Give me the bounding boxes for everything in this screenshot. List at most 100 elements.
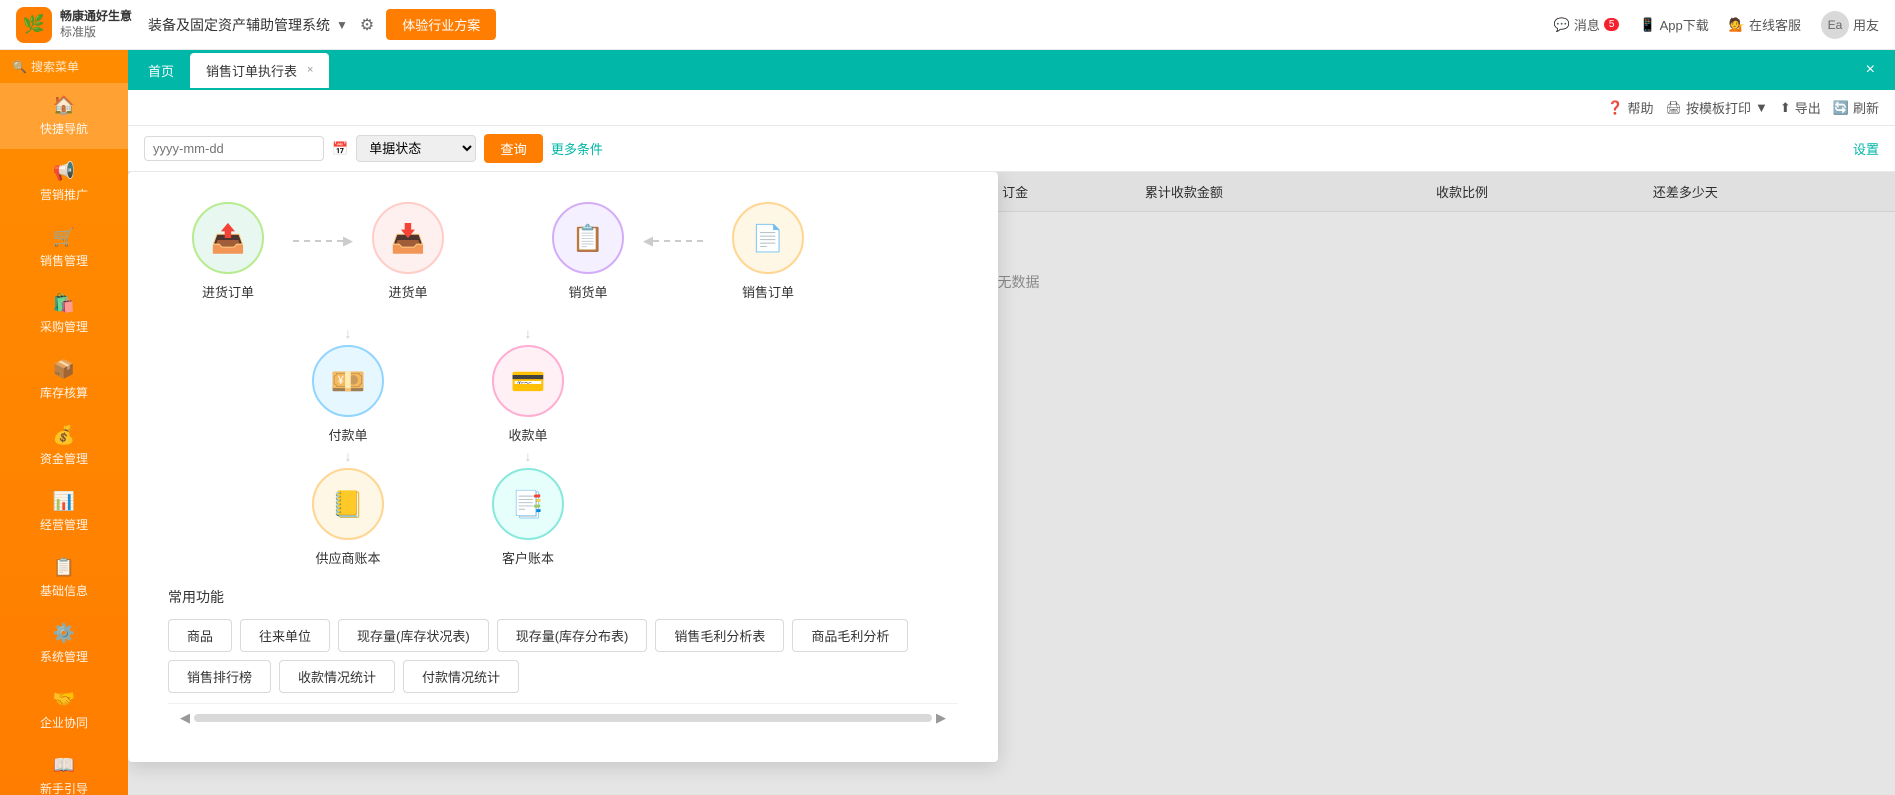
- template-print-btn[interactable]: 🖨 按模板打印 ▼: [1665, 98, 1767, 117]
- purchase-icon: 🛍️: [53, 293, 75, 314]
- sales-bill-node[interactable]: 📋 销货单: [528, 202, 648, 301]
- sidebar-item-base-info[interactable]: 📋 基础信息: [0, 545, 128, 611]
- tab-close-btn[interactable]: ×: [307, 64, 313, 76]
- btn-inventory-status[interactable]: 现存量(库存状况表): [338, 619, 489, 652]
- table-container: 品 商品 金额 预估毛利 预估毛利率 订金 累计收款金额 收款比例 还差多少天: [128, 172, 1895, 795]
- btn-product-gross-analysis[interactable]: 商品毛利分析: [792, 619, 908, 652]
- sys-mgmt-icon: ⚙️: [53, 623, 75, 644]
- sidebar-item-label: 快捷导航: [40, 120, 88, 137]
- sidebar-item-label: 经营管理: [40, 516, 88, 533]
- query-btn[interactable]: 查询: [484, 134, 543, 163]
- btn-product[interactable]: 商品: [168, 619, 232, 652]
- sidebar-item-marketing[interactable]: 📢 营销推广: [0, 149, 128, 215]
- btn-sales-gross-analysis[interactable]: 销售毛利分析表: [655, 619, 784, 652]
- payment-node[interactable]: 💴 付款单: [288, 345, 408, 444]
- sidebar-item-inventory[interactable]: 📦 库存核算: [0, 347, 128, 413]
- enterprise-icon: 🤝: [53, 689, 75, 710]
- message-icon: 💬: [1554, 17, 1570, 33]
- supplier-ledger-icon: 📒: [312, 468, 384, 540]
- sidebar-item-newcomer[interactable]: 📖 新手引导: [0, 743, 128, 795]
- sidebar-item-label: 企业协同: [40, 714, 88, 731]
- settings-btn[interactable]: ⚙: [360, 15, 374, 35]
- common-functions-title: 常用功能: [168, 587, 958, 607]
- close-all-btn[interactable]: ×: [1850, 53, 1891, 87]
- sales-order-icon: 📄: [732, 202, 804, 274]
- service-label: 在线客服: [1749, 15, 1801, 34]
- sidebar-item-finance[interactable]: 💰 资金管理: [0, 413, 128, 479]
- sidebar-item-label: 新手引导: [40, 780, 88, 795]
- common-buttons-row1: 商品 往来单位 现存量(库存状况表) 现存量(库存分布表) 销售毛利分析表 商品…: [168, 619, 958, 652]
- message-btn[interactable]: 💬 消息 5: [1554, 15, 1620, 34]
- help-icon: ❓: [1607, 100, 1623, 116]
- sidebar-item-enterprise[interactable]: 🤝 企业协同: [0, 677, 128, 743]
- date-input[interactable]: [144, 136, 324, 161]
- purchase-bill-node[interactable]: 📥 进货单: [348, 202, 468, 301]
- message-badge: 5: [1604, 18, 1620, 31]
- tab-bar: 首页 销售订单执行表 × ×: [128, 50, 1895, 90]
- arrow-2: ◀: [648, 240, 708, 264]
- sales-order-node[interactable]: 📄 销售订单: [708, 202, 828, 301]
- inventory-icon: 📦: [53, 359, 75, 380]
- tab-sales-order[interactable]: 销售订单执行表 ×: [190, 53, 329, 88]
- brand-sub: 标准版: [60, 25, 132, 41]
- trial-btn[interactable]: 体验行业方案: [386, 9, 496, 40]
- page-header: ❓ 帮助 🖨 按模板打印 ▼ ⬆ 导出 🔄 刷新: [128, 90, 1895, 126]
- btn-counterparty[interactable]: 往来单位: [240, 619, 330, 652]
- app-icon: 📱: [1639, 17, 1655, 33]
- customer-ledger-icon: 📑: [492, 468, 564, 540]
- arrow-down-3: ↓: [525, 321, 532, 345]
- app-download-btn[interactable]: 📱 App下载: [1639, 15, 1708, 34]
- settings-link[interactable]: 设置: [1853, 139, 1879, 158]
- sidebar-item-sales-mgmt[interactable]: 🛒 销售管理: [0, 215, 128, 281]
- marketing-icon: 📢: [53, 161, 75, 182]
- content-area: 首页 销售订单执行表 × × ❓ 帮助 🖨 按模板打印: [128, 50, 1895, 795]
- logo-icon: 🌿: [16, 7, 52, 43]
- purchase-order-node[interactable]: 📤 进货订单: [168, 202, 288, 301]
- sidebar-item-label: 营销推广: [40, 186, 88, 203]
- purchase-order-icon: 📤: [192, 202, 264, 274]
- more-conditions-link[interactable]: 更多条件: [551, 139, 603, 158]
- user-btn[interactable]: Ea 用友: [1821, 11, 1879, 39]
- system-title-text: 装备及固定资产辅助管理系统: [148, 15, 330, 35]
- export-icon: ⬆: [1780, 100, 1791, 116]
- scroll-hint: ◀ ▶: [168, 703, 958, 732]
- common-buttons-row2: 销售排行榜 收款情况统计 付款情况统计: [168, 660, 958, 693]
- scroll-track[interactable]: [194, 714, 932, 722]
- user-label: 用友: [1853, 15, 1879, 34]
- app-label: App下载: [1660, 15, 1709, 34]
- btn-inventory-dist[interactable]: 现存量(库存分布表): [497, 619, 648, 652]
- help-btn[interactable]: ❓ 帮助: [1607, 98, 1653, 117]
- scroll-right-arrow[interactable]: ▶: [932, 710, 950, 726]
- service-icon: 💁: [1729, 17, 1745, 33]
- tab-label: 销售订单执行表: [206, 61, 297, 80]
- btn-receipt-stats[interactable]: 收款情况统计: [279, 660, 395, 693]
- sidebar-item-quick-nav[interactable]: 🏠 快捷导航: [0, 83, 128, 149]
- sidebar-item-operations[interactable]: 📊 经营管理: [0, 479, 128, 545]
- top-right: 💬 消息 5 📱 App下载 💁 在线客服 Ea 用友: [1554, 11, 1879, 39]
- customer-ledger-node[interactable]: 📑 客户账本: [468, 468, 588, 567]
- search-menu-btn[interactable]: 🔍 搜索菜单: [0, 50, 128, 83]
- brand-name: 畅康通好生意: [60, 9, 132, 25]
- sidebar-item-sys-mgmt[interactable]: ⚙️ 系统管理: [0, 611, 128, 677]
- arrow-down-1: ↓: [345, 321, 352, 345]
- search-label: 搜索菜单: [31, 58, 79, 75]
- receipt-node[interactable]: 💳 收款单: [468, 345, 588, 444]
- payment-icon: 💴: [312, 345, 384, 417]
- online-service-btn[interactable]: 💁 在线客服: [1729, 15, 1801, 34]
- supplier-ledger-node[interactable]: 📒 供应商账本: [288, 468, 408, 567]
- order-status-select[interactable]: 单据状态: [356, 135, 476, 162]
- export-btn[interactable]: ⬆ 导出: [1780, 98, 1821, 117]
- scroll-left-arrow[interactable]: ◀: [176, 710, 194, 726]
- system-dropdown-btn[interactable]: ▼: [336, 18, 348, 32]
- tab-home[interactable]: 首页: [132, 53, 190, 88]
- btn-payment-stats[interactable]: 付款情况统计: [403, 660, 519, 693]
- newcomer-icon: 📖: [53, 755, 75, 776]
- sales-bill-icon: 📋: [552, 202, 624, 274]
- purchase-bill-label: 进货单: [388, 282, 427, 301]
- sales-bill-label: 销货单: [568, 282, 607, 301]
- sidebar-item-label: 采购管理: [40, 318, 88, 335]
- refresh-btn[interactable]: 🔄 刷新: [1833, 98, 1879, 117]
- refresh-icon: 🔄: [1833, 100, 1849, 116]
- btn-sales-ranking[interactable]: 销售排行榜: [168, 660, 271, 693]
- sidebar-item-purchase-mgmt[interactable]: 🛍️ 采购管理: [0, 281, 128, 347]
